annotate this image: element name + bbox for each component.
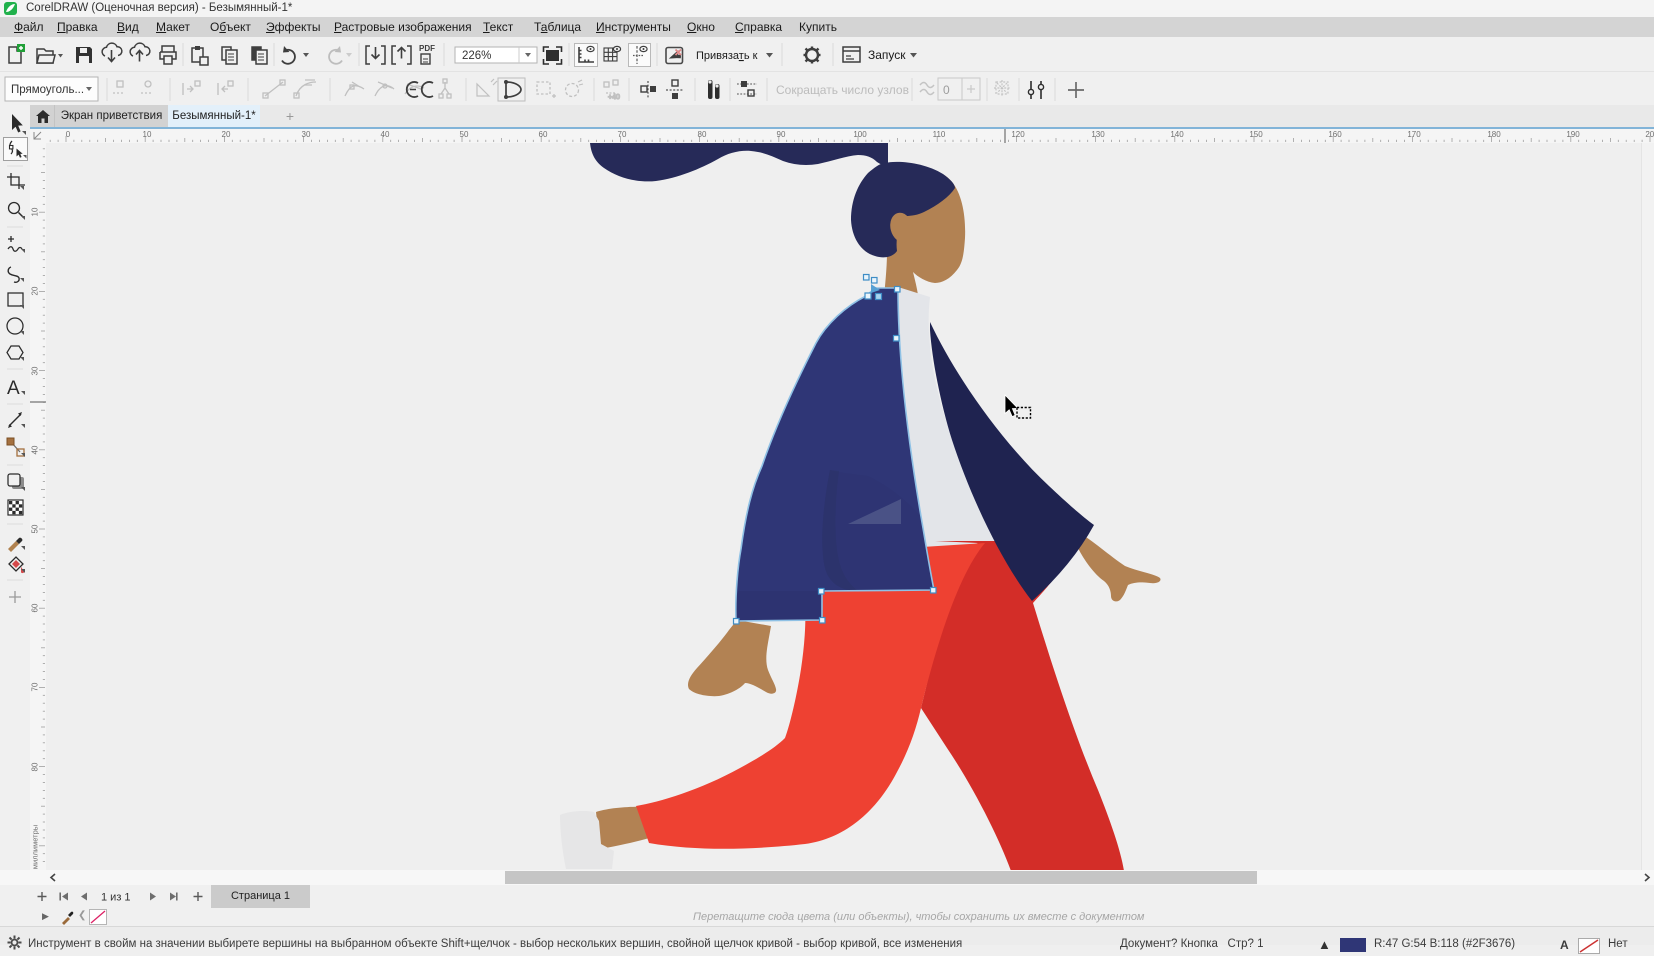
svg-text:Прямоуголь...: Прямоуголь... — [11, 84, 84, 96]
svg-text:0: 0 — [66, 130, 71, 139]
svg-text:Запуск: Запуск — [868, 48, 906, 62]
svg-text:90: 90 — [777, 130, 786, 139]
svg-text:170: 170 — [1407, 130, 1421, 139]
svg-text:Сокращать число узлов: Сокращать число узлов — [776, 83, 909, 97]
svg-text:10: 10 — [143, 130, 152, 139]
svg-text:120: 120 — [1011, 130, 1025, 139]
svg-text:160: 160 — [1328, 130, 1342, 139]
svg-text:70: 70 — [618, 130, 627, 139]
svg-text:70: 70 — [31, 682, 40, 691]
svg-text:50: 50 — [31, 524, 40, 533]
svg-text:80: 80 — [31, 762, 40, 771]
svg-text:20: 20 — [31, 286, 40, 295]
svg-text:миллиметры: миллиметры — [31, 825, 40, 869]
svg-text:200: 200 — [1645, 130, 1654, 139]
svg-text:60: 60 — [31, 603, 40, 612]
svg-text:30: 30 — [31, 366, 40, 375]
svg-text:30: 30 — [302, 130, 311, 139]
svg-text:130: 130 — [1091, 130, 1105, 139]
svg-text:100: 100 — [853, 130, 867, 139]
svg-text:0: 0 — [943, 83, 950, 97]
svg-text:PDF: PDF — [419, 44, 435, 53]
svg-text:110: 110 — [933, 130, 946, 139]
svg-text:Привязать к: Привязать к — [696, 50, 758, 62]
svg-text:226%: 226% — [462, 50, 491, 62]
svg-text:10: 10 — [31, 207, 40, 216]
svg-text:180: 180 — [1487, 130, 1501, 139]
svg-text:1 из 1: 1 из 1 — [101, 892, 131, 904]
svg-text:20: 20 — [222, 130, 231, 139]
svg-text:+40: +40 — [608, 94, 620, 101]
svg-text:150: 150 — [1249, 130, 1263, 139]
svg-text:140: 140 — [1170, 130, 1184, 139]
svg-text:A: A — [7, 378, 20, 399]
svg-text:80: 80 — [698, 130, 707, 139]
svg-text:40: 40 — [381, 130, 390, 139]
svg-text:40: 40 — [31, 445, 40, 454]
svg-text:50: 50 — [460, 130, 469, 139]
svg-text:190: 190 — [1566, 130, 1580, 139]
svg-text:60: 60 — [539, 130, 548, 139]
